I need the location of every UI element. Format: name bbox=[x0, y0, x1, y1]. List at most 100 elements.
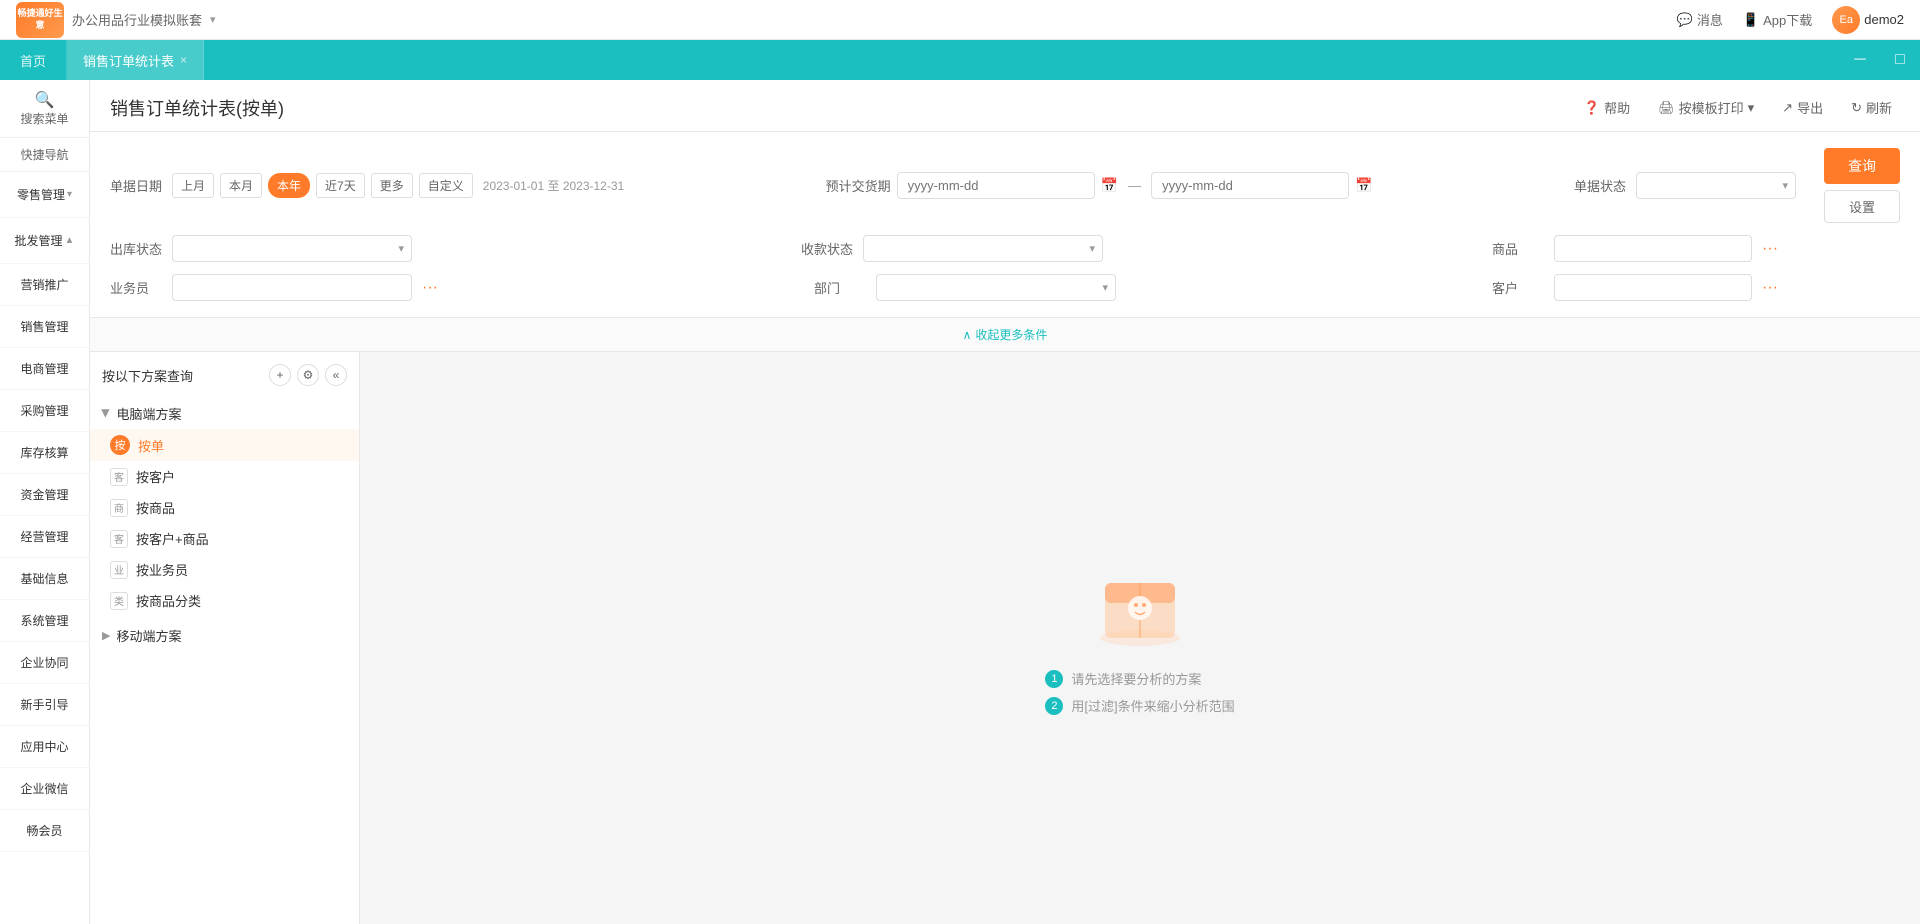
maximize-btn[interactable]: □ bbox=[1880, 40, 1920, 80]
sidebar-item-operations[interactable]: 经营管理 bbox=[0, 516, 89, 558]
top-bar-right: 💬 消息 📱 App下载 Ea demo2 bbox=[1677, 6, 1904, 34]
sidebar-item-finance[interactable]: 资金管理 bbox=[0, 474, 89, 516]
tree-item-by-customer-product[interactable]: 客 按客户+商品 bbox=[90, 523, 359, 554]
add-scheme-btn[interactable]: + bbox=[269, 364, 291, 386]
department-select-wrap: ▾ bbox=[876, 274, 1116, 301]
top-bar-left: 畅捷通好生意 办公用品行业模拟账套 ▾ bbox=[16, 2, 216, 38]
query-btn[interactable]: 查询 bbox=[1824, 148, 1900, 184]
sidebar-item-member[interactable]: 畅会员 bbox=[0, 810, 89, 852]
sidebar: 🔍 搜索菜单 快捷导航 零售管理 ▾ 批发管理 ▲ 营销推广 销售管理 电商管理… bbox=[0, 80, 90, 924]
sidebar-item-retail[interactable]: 零售管理 ▾ bbox=[0, 172, 89, 218]
pc-section: ▶ 电脑端方案 按 按单 客 按客户 商 按商品 bbox=[90, 394, 359, 620]
sidebar-search[interactable]: 🔍 搜索菜单 bbox=[0, 80, 89, 138]
this-month-btn[interactable]: 本月 bbox=[220, 173, 262, 198]
customer-input[interactable] bbox=[1554, 274, 1752, 301]
minimize-btn[interactable]: ─ bbox=[1840, 40, 1880, 80]
by-customer-icon: 客 bbox=[110, 468, 128, 486]
expected-date-start[interactable] bbox=[897, 172, 1095, 199]
by-salesperson-icon: 业 bbox=[110, 561, 128, 579]
empty-state: 1 请先选择要分析的方案 2 用[过滤]条件来缩小分析范围 bbox=[1045, 553, 1234, 723]
tree-item-by-product[interactable]: 商 按商品 bbox=[90, 492, 359, 523]
tree-item-by-customer[interactable]: 客 按客户 bbox=[90, 461, 359, 492]
salesperson-input[interactable] bbox=[172, 274, 412, 301]
expected-date-end[interactable] bbox=[1151, 172, 1349, 199]
export-icon: ↗ bbox=[1782, 100, 1793, 116]
left-panel: 按以下方案查询 + ⚙ « ▶ 电脑端方案 按 按单 bbox=[90, 352, 360, 924]
tree-item-by-order[interactable]: 按 按单 bbox=[90, 429, 359, 461]
hint-item-2: 2 用[过滤]条件来缩小分析范围 bbox=[1045, 696, 1234, 715]
tab-sales-order-stats[interactable]: 销售订单统计表 × bbox=[67, 40, 204, 80]
calendar-icon-1[interactable]: 📅 bbox=[1101, 177, 1118, 194]
more-btn[interactable]: 更多 bbox=[371, 173, 413, 198]
customer-dots-icon[interactable]: ··· bbox=[1762, 279, 1778, 297]
settings-btn[interactable]: 设置 bbox=[1824, 190, 1900, 223]
salesperson-dots-icon[interactable]: ··· bbox=[422, 279, 438, 297]
sidebar-item-newbie[interactable]: 新手引导 bbox=[0, 684, 89, 726]
app-dropdown-icon[interactable]: ▾ bbox=[210, 13, 216, 26]
last-month-btn[interactable]: 上月 bbox=[172, 173, 214, 198]
sidebar-item-inventory[interactable]: 库存核算 bbox=[0, 432, 89, 474]
top-bar: 畅捷通好生意 办公用品行业模拟账套 ▾ 💬 消息 📱 App下载 Ea demo… bbox=[0, 0, 1920, 40]
hint-item-1: 1 请先选择要分析的方案 bbox=[1045, 669, 1234, 688]
product-col: 商品 ··· bbox=[1492, 235, 1778, 262]
this-year-btn[interactable]: 本年 bbox=[268, 173, 310, 198]
payment-status-select[interactable] bbox=[863, 235, 1103, 262]
retail-arrow-icon: ▾ bbox=[67, 189, 72, 200]
page-header: 销售订单统计表(按单) ❓ 帮助 🖨 按模板打印 ▾ ↗ 导出 ↻ 刷新 bbox=[90, 80, 1920, 132]
last7days-btn[interactable]: 近7天 bbox=[316, 173, 365, 198]
payment-status-label: 收款状态 bbox=[801, 239, 857, 258]
filter-row-1: 单据日期 上月 本月 本年 近7天 更多 自定义 2023-01-01 至 20… bbox=[110, 148, 1900, 223]
ship-status-select[interactable] bbox=[172, 235, 412, 262]
sidebar-shortcut[interactable]: 快捷导航 bbox=[0, 138, 89, 172]
collapse-bar[interactable]: ∧ 收起更多条件 bbox=[90, 318, 1920, 352]
department-label: 部门 bbox=[814, 278, 870, 297]
empty-illustration bbox=[1080, 553, 1200, 653]
sidebar-item-sales[interactable]: 销售管理 bbox=[0, 306, 89, 348]
custom-btn[interactable]: 自定义 bbox=[419, 173, 473, 198]
pc-section-title[interactable]: ▶ 电脑端方案 bbox=[90, 398, 359, 429]
collapse-panel-btn[interactable]: « bbox=[325, 364, 347, 386]
tab-home[interactable]: 首页 bbox=[0, 40, 67, 80]
export-btn[interactable]: ↗ 导出 bbox=[1774, 94, 1831, 121]
product-dots-icon[interactable]: ··· bbox=[1762, 240, 1778, 258]
order-status-select[interactable] bbox=[1636, 172, 1796, 199]
user-profile[interactable]: Ea demo2 bbox=[1832, 6, 1904, 34]
pc-section-arrow-icon: ▶ bbox=[100, 409, 113, 417]
print-btn[interactable]: 🖨 按模板打印 ▾ bbox=[1650, 94, 1762, 121]
page-actions: ❓ 帮助 🖨 按模板打印 ▾ ↗ 导出 ↻ 刷新 bbox=[1576, 94, 1900, 121]
nav-tabs: 首页 销售订单统计表 × ─ □ bbox=[0, 40, 1920, 80]
by-customer-product-icon: 客 bbox=[110, 530, 128, 548]
sidebar-item-enterprise[interactable]: 企业协同 bbox=[0, 642, 89, 684]
sidebar-item-basic[interactable]: 基础信息 bbox=[0, 558, 89, 600]
hints: 1 请先选择要分析的方案 2 用[过滤]条件来缩小分析范围 bbox=[1045, 669, 1234, 723]
sidebar-item-system[interactable]: 系统管理 bbox=[0, 600, 89, 642]
help-icon: ❓ bbox=[1584, 100, 1600, 116]
right-content: 1 请先选择要分析的方案 2 用[过滤]条件来缩小分析范围 bbox=[360, 352, 1920, 924]
product-input[interactable] bbox=[1554, 235, 1752, 262]
customer-col: 客户 ··· bbox=[1492, 274, 1778, 301]
tree-item-by-product-cat[interactable]: 类 按商品分类 bbox=[90, 585, 359, 616]
department-select[interactable] bbox=[876, 274, 1116, 301]
refresh-btn[interactable]: ↻ 刷新 bbox=[1843, 94, 1900, 121]
ship-status-label: 出库状态 bbox=[110, 239, 166, 258]
department-col: 部门 ▾ bbox=[814, 274, 1116, 301]
hint-num-2: 2 bbox=[1045, 697, 1063, 715]
help-btn[interactable]: ❓ 帮助 bbox=[1576, 94, 1638, 121]
mobile-section-title[interactable]: ▶ 移动端方案 bbox=[90, 620, 359, 651]
settings-scheme-btn[interactable]: ⚙ bbox=[297, 364, 319, 386]
sidebar-item-purchase[interactable]: 采购管理 bbox=[0, 390, 89, 432]
tab-close-icon[interactable]: × bbox=[180, 53, 187, 67]
sidebar-item-ecommerce[interactable]: 电商管理 bbox=[0, 348, 89, 390]
message-btn[interactable]: 💬 消息 bbox=[1677, 10, 1723, 29]
calendar-icon-2[interactable]: 📅 bbox=[1355, 177, 1372, 194]
sidebar-item-wechat[interactable]: 企业微信 bbox=[0, 768, 89, 810]
tree-item-by-salesperson[interactable]: 业 按业务员 bbox=[90, 554, 359, 585]
sidebar-item-wholesale[interactable]: 批发管理 ▲ bbox=[0, 218, 89, 264]
sidebar-item-marketing[interactable]: 营销推广 bbox=[0, 264, 89, 306]
print-icon: 🖨 bbox=[1658, 100, 1675, 116]
sidebar-item-apps[interactable]: 应用中心 bbox=[0, 726, 89, 768]
order-status-select-wrap: ▾ bbox=[1636, 172, 1796, 199]
date-range-text: 2023-01-01 至 2023-12-31 bbox=[483, 177, 624, 194]
app-download-btn[interactable]: 📱 App下载 bbox=[1743, 10, 1812, 29]
filter-panel: 单据日期 上月 本月 本年 近7天 更多 自定义 2023-01-01 至 20… bbox=[90, 132, 1920, 318]
